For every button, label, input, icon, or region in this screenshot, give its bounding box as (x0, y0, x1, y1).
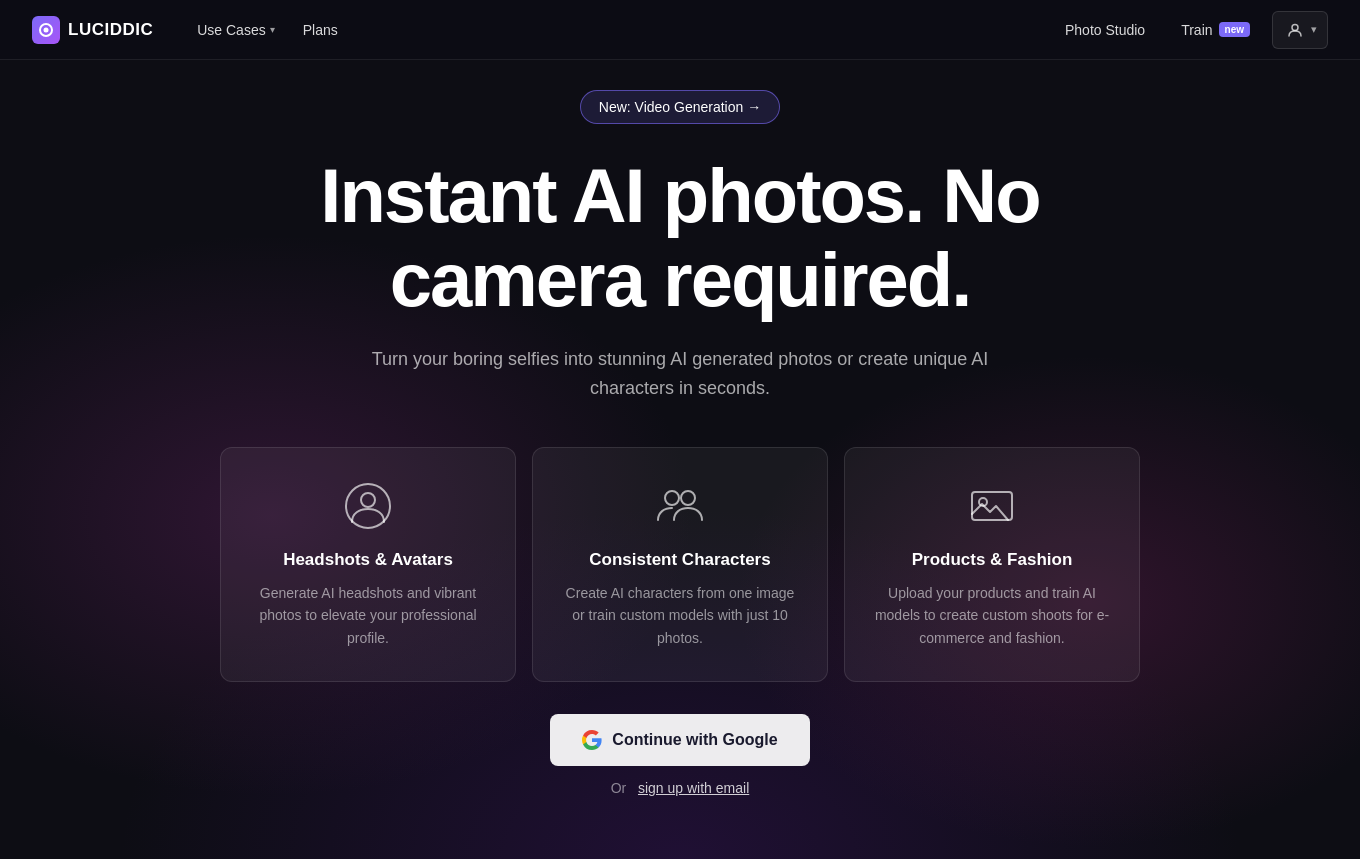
feature-cards: Headshots & Avatars Generate AI headshot… (220, 447, 1140, 682)
card-products-desc: Upload your products and train AI models… (873, 582, 1111, 649)
card-headshots-title: Headshots & Avatars (283, 550, 453, 570)
nav-item-use-cases[interactable]: Use Cases ▾ (185, 16, 286, 44)
chevron-down-icon: ▾ (270, 24, 275, 35)
chevron-down-icon: ▾ (1311, 23, 1317, 36)
nav-links: Use Cases ▾ Plans (185, 16, 350, 44)
card-products: Products & Fashion Upload your products … (844, 447, 1140, 682)
card-products-title: Products & Fashion (912, 550, 1073, 570)
google-icon (582, 730, 602, 750)
svg-point-5 (665, 491, 679, 505)
signup-alt-text: Or sign up with email (611, 780, 750, 796)
logo[interactable]: LUCIDDIC (32, 16, 153, 44)
user-icon (1283, 18, 1307, 42)
card-headshots: Headshots & Avatars Generate AI headshot… (220, 447, 516, 682)
card-characters-title: Consistent Characters (589, 550, 770, 570)
photo-studio-link[interactable]: Photo Studio (1051, 16, 1159, 44)
people-icon (654, 480, 706, 532)
svg-point-1 (44, 27, 49, 32)
card-characters-desc: Create AI characters from one image or t… (561, 582, 799, 649)
svg-point-6 (681, 491, 695, 505)
train-button[interactable]: Train new (1167, 16, 1264, 44)
promo-banner[interactable]: New: Video Generation → (580, 90, 780, 124)
user-menu-button[interactable]: ▾ (1272, 11, 1328, 49)
new-badge: new (1219, 22, 1250, 37)
person-circle-icon (342, 480, 394, 532)
card-characters: Consistent Characters Create AI characte… (532, 447, 828, 682)
signup-email-link[interactable]: sign up with email (638, 780, 749, 796)
hero-heading: Instant AI photos. No camera required. (230, 154, 1130, 321)
main-content: New: Video Generation → Instant AI photo… (0, 60, 1360, 796)
navbar-right: Photo Studio Train new ▾ (1051, 11, 1328, 49)
svg-point-4 (361, 493, 375, 507)
image-icon (966, 480, 1018, 532)
logo-icon (32, 16, 60, 44)
card-headshots-desc: Generate AI headshots and vibrant photos… (249, 582, 487, 649)
hero-subtext: Turn your boring selfies into stunning A… (370, 345, 990, 403)
logo-text: LUCIDDIC (68, 20, 153, 40)
svg-point-2 (1292, 24, 1298, 30)
google-signin-button[interactable]: Continue with Google (550, 714, 809, 766)
navbar: LUCIDDIC Use Cases ▾ Plans Photo Studio … (0, 0, 1360, 60)
nav-item-plans[interactable]: Plans (291, 16, 350, 44)
navbar-left: LUCIDDIC Use Cases ▾ Plans (32, 16, 350, 44)
svg-rect-7 (972, 492, 1012, 520)
